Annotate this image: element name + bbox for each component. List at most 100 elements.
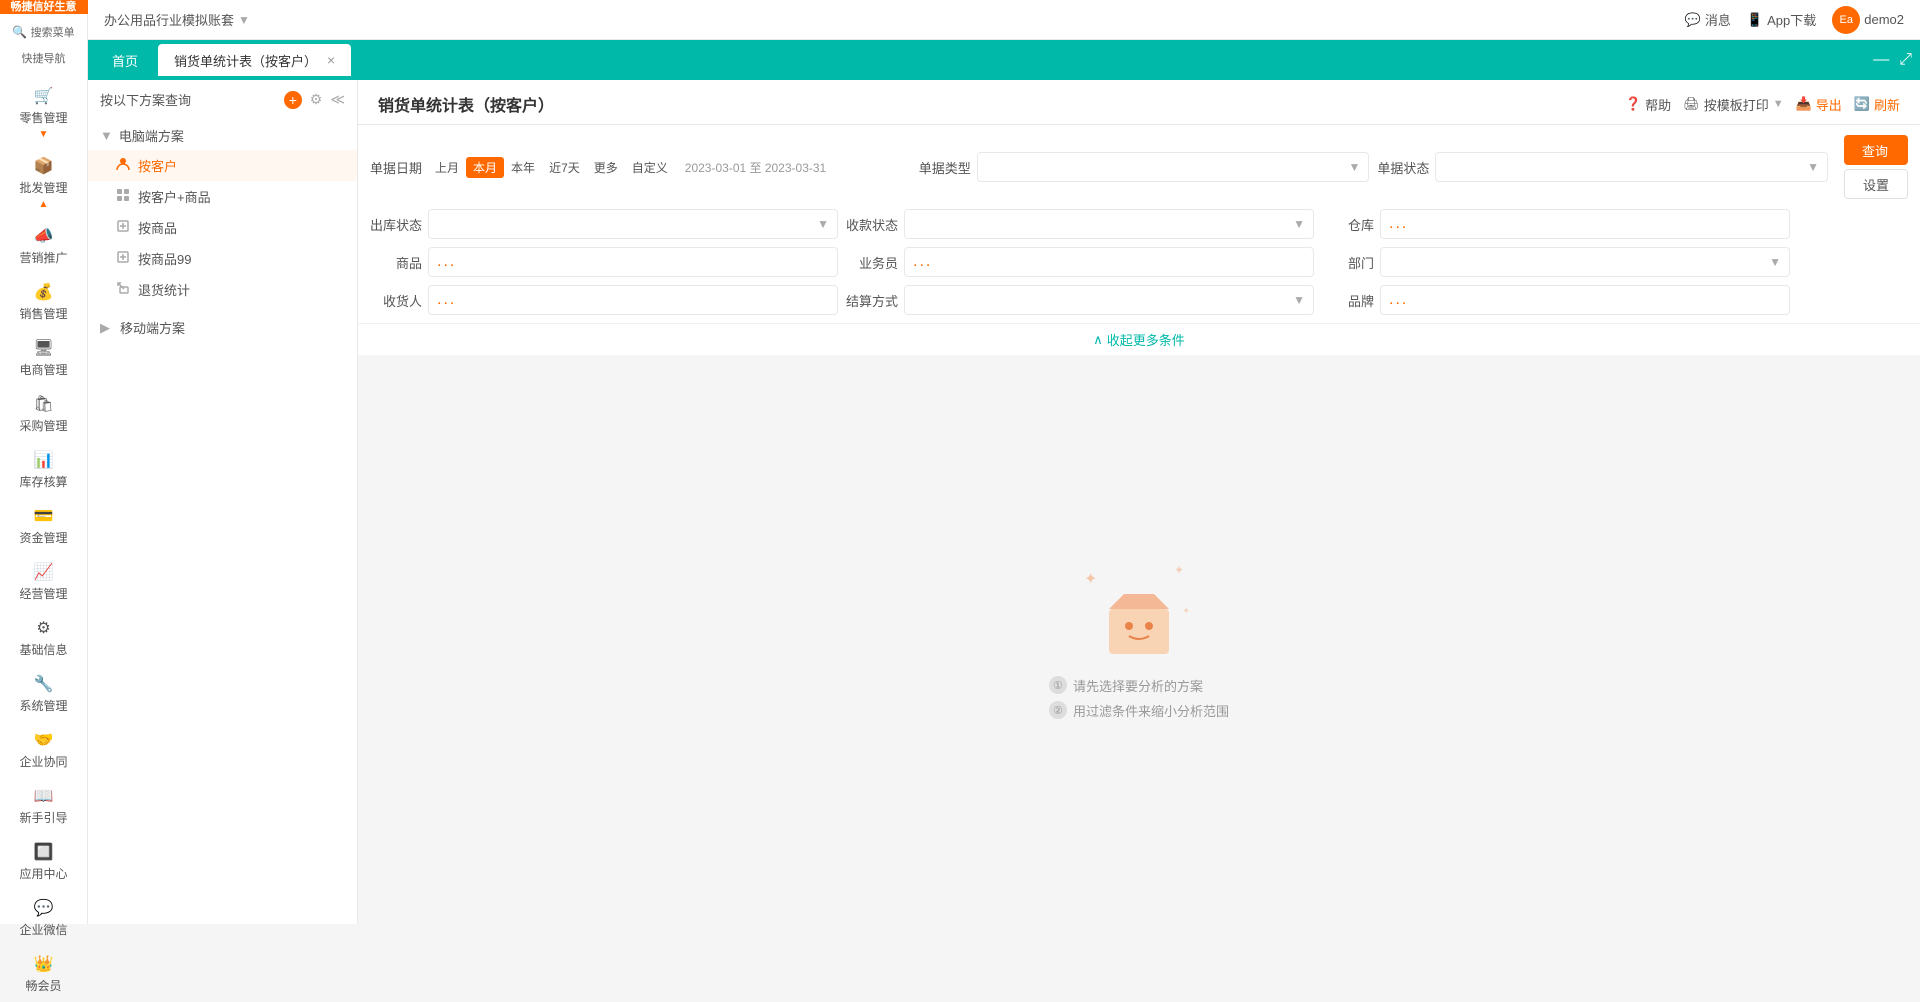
sidebar-item-inventory[interactable]: 📊 库存核算 <box>0 442 88 498</box>
docstatus-select[interactable]: ▼ <box>1435 152 1828 182</box>
customer-product-icon <box>116 188 130 205</box>
sidebar-item-label-operations: 经营管理 <box>19 585 67 602</box>
export-btn[interactable]: 📥 导出 <box>1796 95 1842 114</box>
sidebar-item-label-appcenter: 应用中心 <box>19 865 67 882</box>
receipt-arrow-icon: ▼ <box>1293 217 1305 231</box>
scheme-group-header-pc[interactable]: ▼ 电脑端方案 <box>88 121 357 150</box>
empty-hints: ① 请先选择要分析的方案 ② 用过滤条件来缩小分析范围 <box>1049 676 1229 726</box>
receiver-select[interactable]: ... <box>428 285 838 315</box>
sidebar-item-operations[interactable]: 📈 经营管理 <box>0 554 88 610</box>
scheme-collapse-icon[interactable]: ≪ <box>330 91 345 109</box>
enterprise-icon: 🤝 <box>34 730 54 750</box>
help-btn[interactable]: ❓ 帮助 <box>1625 95 1671 114</box>
returns-icon <box>116 281 130 298</box>
scheme-group-arrow-mobile-icon: ▶ <box>100 320 110 336</box>
scheme-item-label-returns: 退货统计 <box>138 280 190 299</box>
message-btn[interactable]: 💬 消息 <box>1685 10 1731 29</box>
scheme-group-header-mobile[interactable]: ▶ 移动端方案 <box>88 313 357 342</box>
receipt-label: 收款状态 <box>846 215 904 234</box>
warehouse-select[interactable]: ... <box>1380 209 1790 239</box>
sidebar-item-guide[interactable]: 📖 新手引导 <box>0 778 88 834</box>
date-range-text: 2023-03-01 至 2023-03-31 <box>685 159 826 176</box>
sidebar-search[interactable]: 🔍 搜索菜单 <box>12 14 74 44</box>
tab-close-icon[interactable]: × <box>327 52 335 68</box>
collapse-label: 收起更多条件 <box>1107 330 1185 349</box>
tab-home[interactable]: 首页 <box>96 44 154 76</box>
scheme-item-customer-product[interactable]: 按客户+商品 <box>88 181 357 212</box>
salesperson-select[interactable]: ... <box>904 247 1314 277</box>
page-actions: ❓ 帮助 🖨 按模板打印 ▼ 📥 导出 🔄 刷新 <box>1625 95 1900 114</box>
sidebar-item-ecommerce[interactable]: 🖥 电商管理 <box>0 330 88 386</box>
date-tab-more[interactable]: 更多 <box>587 157 625 178</box>
sidebar-item-sales[interactable]: 💰 销售管理 <box>0 274 88 330</box>
scheme-item-customer[interactable]: 按客户 <box>88 150 357 181</box>
svg-text:✦: ✦ <box>1174 563 1184 577</box>
content-area: 按以下方案查询 + ⚙ ≪ ▼ 电脑端方案 按客户 <box>88 80 1920 924</box>
stockout-select[interactable]: ▼ <box>428 209 838 239</box>
scheme-item-returns[interactable]: 退货统计 <box>88 274 357 305</box>
receipt-select[interactable]: ▼ <box>904 209 1314 239</box>
refresh-btn[interactable]: 🔄 刷新 <box>1854 95 1900 114</box>
settlement-arrow-icon: ▼ <box>1293 293 1305 307</box>
sidebar-item-system[interactable]: 🔧 系统管理 <box>0 666 88 722</box>
tab-fullscreen-btn[interactable]: ⤢ <box>1899 51 1912 69</box>
topbar-left: 办公用品行业模拟账套 ▼ <box>104 10 250 29</box>
tab-minimize-btn[interactable]: — <box>1873 51 1889 69</box>
sidebar-item-wholesale[interactable]: 📦 批发管理 ▲ <box>0 148 88 218</box>
sidebar-item-purchase[interactable]: 🛍 采购管理 <box>0 386 88 442</box>
sidebar-item-basic[interactable]: ⚙ 基础信息 <box>0 610 88 666</box>
scheme-item-product[interactable]: 按商品 <box>88 212 357 243</box>
scheme-icons: + ⚙ ≪ <box>284 91 345 109</box>
purchase-icon: 🛍 <box>33 394 53 414</box>
app-download-btn[interactable]: 📱 App下载 <box>1747 10 1816 29</box>
salesperson-label: 业务员 <box>846 253 904 272</box>
export-icon: 📥 <box>1796 96 1812 112</box>
scheme-settings-icon[interactable]: ⚙ <box>310 91 323 109</box>
date-quick-tabs: 上月 本月 本年 近7天 更多 自定义 <box>428 157 675 178</box>
date-tab-custom[interactable]: 自定义 <box>625 157 675 178</box>
mobile-icon: 📱 <box>1747 12 1763 28</box>
brand-group: 品牌 ... <box>1322 285 1790 315</box>
product-label: 商品 <box>370 253 428 272</box>
date-tab-this-year[interactable]: 本年 <box>504 157 542 178</box>
sidebar-item-vip[interactable]: 👑 畅会员 <box>0 946 88 1002</box>
filter-wrapper: 单据日期 上月 本月 本年 近7天 更多 自定义 2023-03-01 至 20… <box>358 125 1920 355</box>
operations-icon: 📈 <box>34 562 54 582</box>
salesperson-group: 业务员 ... <box>846 247 1314 277</box>
sidebar-item-enterprise[interactable]: 🤝 企业协同 <box>0 722 88 778</box>
date-tab-7days[interactable]: 近7天 <box>542 157 587 178</box>
settlement-group: 结算方式 ▼ <box>846 285 1314 315</box>
sidebar-item-marketing[interactable]: 📣 营销推广 <box>0 218 88 274</box>
print-btn[interactable]: 🖨 按模板打印 ▼ <box>1683 95 1783 114</box>
sales-icon: 💰 <box>34 282 54 302</box>
svg-text:✦: ✦ <box>1182 606 1190 617</box>
scheme-item-product99[interactable]: 按商品99 <box>88 243 357 274</box>
sidebar-item-corpwechat[interactable]: 💬 企业微信 <box>0 890 88 946</box>
doctype-select[interactable]: ▼ <box>977 152 1370 182</box>
svg-text:✦: ✦ <box>1084 571 1097 588</box>
sidebar-item-finance[interactable]: 💳 资金管理 <box>0 498 88 554</box>
brand-select[interactable]: ... <box>1380 285 1790 315</box>
user-profile[interactable]: Ea demo2 <box>1832 6 1904 34</box>
department-label: 部门 <box>1322 253 1380 272</box>
sidebar-item-retail[interactable]: 🛒 零售管理 ▼ <box>0 78 88 148</box>
settings-button[interactable]: 设置 <box>1844 169 1908 199</box>
scheme-add-icon[interactable]: + <box>284 91 302 109</box>
department-select[interactable]: ▼ <box>1380 247 1790 277</box>
query-button[interactable]: 查询 <box>1844 135 1908 165</box>
collapse-btn[interactable]: ∧ 收起更多条件 <box>358 323 1920 355</box>
settlement-select[interactable]: ▼ <box>904 285 1314 315</box>
product-select[interactable]: ... <box>428 247 838 277</box>
sidebar-item-label-vip: 畅会员 <box>25 977 61 994</box>
filter-row-2: 出库状态 ▼ 收款状态 ▼ 仓库 <box>358 205 1920 243</box>
industry-selector[interactable]: 办公用品行业模拟账套 ▼ <box>104 10 250 29</box>
scheme-panel: 按以下方案查询 + ⚙ ≪ ▼ 电脑端方案 按客户 <box>88 80 358 924</box>
date-tab-this-month[interactable]: 本月 <box>466 157 504 178</box>
product-group: 商品 ... <box>370 247 838 277</box>
stockout-arrow-icon: ▼ <box>817 217 829 231</box>
date-tab-last-month[interactable]: 上月 <box>428 157 466 178</box>
sidebar-item-label-purchase: 采购管理 <box>19 417 67 434</box>
sidebar-item-appcenter[interactable]: 🔲 应用中心 <box>0 834 88 890</box>
tab-sales-stats[interactable]: 销货单统计表（按客户） × <box>158 44 351 76</box>
sidebar-quicknav[interactable]: 快捷导航 <box>22 44 66 72</box>
